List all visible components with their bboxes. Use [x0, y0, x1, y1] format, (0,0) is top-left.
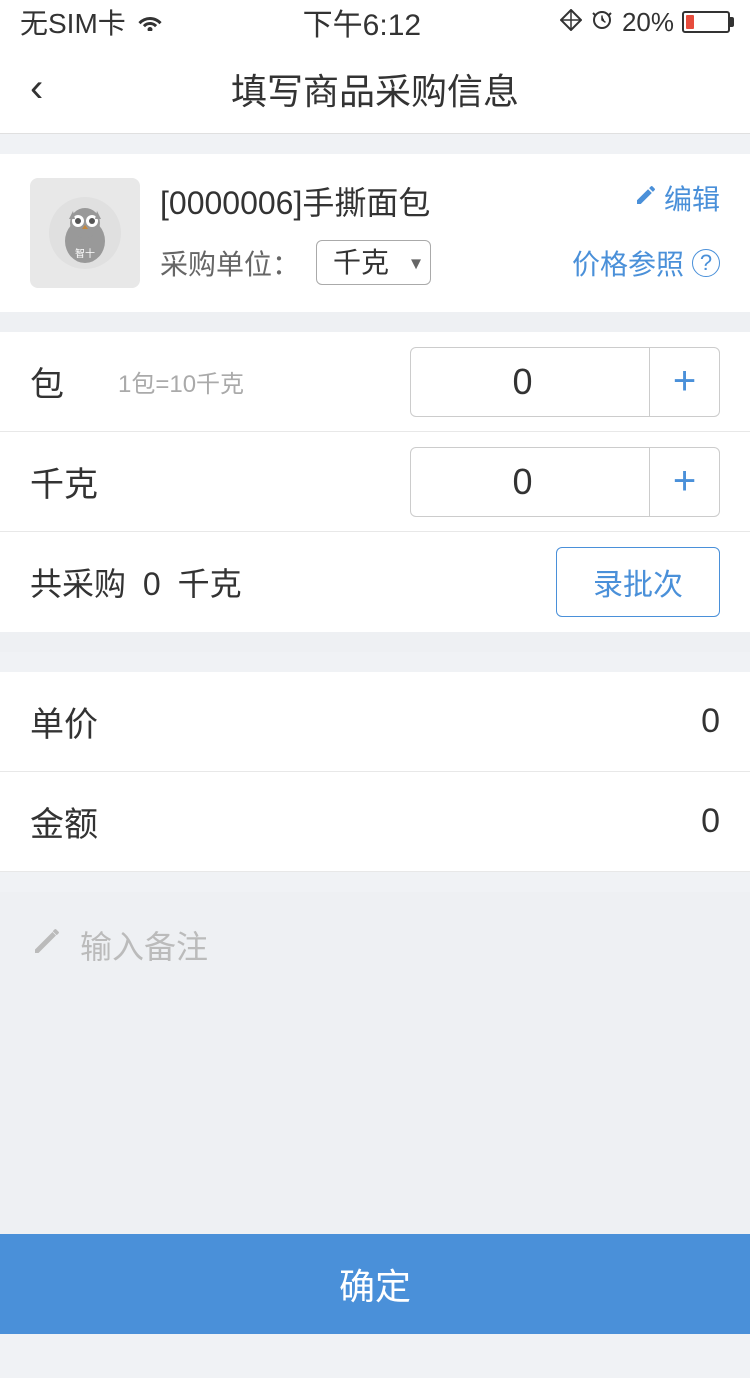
kg-input-row: 千克 +	[0, 432, 750, 532]
status-left: 无SIM卡	[20, 2, 164, 42]
input-section: 包 1包=10千克 + 千克 +	[0, 332, 750, 532]
location-icon	[560, 7, 582, 38]
note-section[interactable]: 输入备注	[0, 892, 750, 998]
unit-label: 采购单位：	[160, 243, 300, 283]
unit-price-row: 单价 0	[0, 672, 750, 772]
note-placeholder: 输入备注	[80, 922, 208, 968]
pencil-icon	[30, 924, 64, 967]
amount-row: 金额 0	[0, 772, 750, 872]
wifi-icon	[136, 6, 164, 38]
kg-input-controls: +	[410, 447, 720, 517]
price-ref-button[interactable]: 价格参照 ?	[572, 243, 720, 283]
kg-label: 千克	[30, 457, 110, 506]
svg-text:智十: 智十	[75, 247, 95, 260]
bao-label: 包	[30, 357, 110, 406]
battery-icon	[682, 11, 730, 33]
batch-button[interactable]: 录批次	[556, 547, 720, 617]
page-title: 填写商品采购信息	[231, 63, 519, 115]
summary-value: 0	[143, 566, 161, 602]
edit-label: 编辑	[664, 178, 720, 218]
product-thumbnail: 智十	[30, 178, 140, 288]
back-button[interactable]: ‹	[30, 66, 43, 111]
kg-quantity-input[interactable]	[410, 447, 650, 517]
unit-price-value: 0	[701, 702, 720, 741]
amount-value: 0	[701, 802, 720, 841]
help-icon: ?	[692, 249, 720, 277]
status-right: 20%	[560, 7, 730, 38]
price-ref-label: 价格参照	[572, 243, 684, 283]
edit-button[interactable]: 编辑	[634, 178, 720, 218]
price-section: 单价 0 金额 0	[0, 672, 750, 872]
bao-input-controls: +	[410, 347, 720, 417]
edit-icon	[634, 182, 658, 214]
summary-text: 共采购 0 千克	[30, 559, 242, 605]
unit-select[interactable]: 千克 包	[316, 240, 431, 285]
confirm-button[interactable]: 确定	[0, 1234, 750, 1334]
summary-unit: 千克	[178, 566, 242, 602]
amount-label: 金额	[30, 797, 98, 846]
summary-row: 共采购 0 千克 录批次	[0, 532, 750, 632]
status-time: 下午6:12	[303, 0, 421, 44]
battery-percent: 20%	[622, 7, 674, 38]
carrier-label: 无SIM卡	[20, 2, 126, 42]
nav-bar: ‹ 填写商品采购信息	[0, 44, 750, 134]
section-divider-2	[0, 632, 750, 652]
status-bar: 无SIM卡 下午6:12 20%	[0, 0, 750, 44]
section-divider-1	[0, 312, 750, 332]
unit-price-label: 单价	[30, 697, 98, 746]
bao-sublabel: 1包=10千克	[118, 364, 410, 399]
product-card: 智十 [0000006]手撕面包 采购单位： 千克 包 ▾ 价格参照 ?	[0, 154, 750, 312]
bao-input-row: 包 1包=10千克 +	[0, 332, 750, 432]
alarm-icon	[590, 7, 614, 38]
bao-quantity-input[interactable]	[410, 347, 650, 417]
kg-plus-button[interactable]: +	[650, 447, 720, 517]
summary-prefix: 共采购	[30, 566, 126, 602]
unit-select-wrap[interactable]: 千克 包 ▾	[316, 240, 431, 285]
bao-plus-button[interactable]: +	[650, 347, 720, 417]
